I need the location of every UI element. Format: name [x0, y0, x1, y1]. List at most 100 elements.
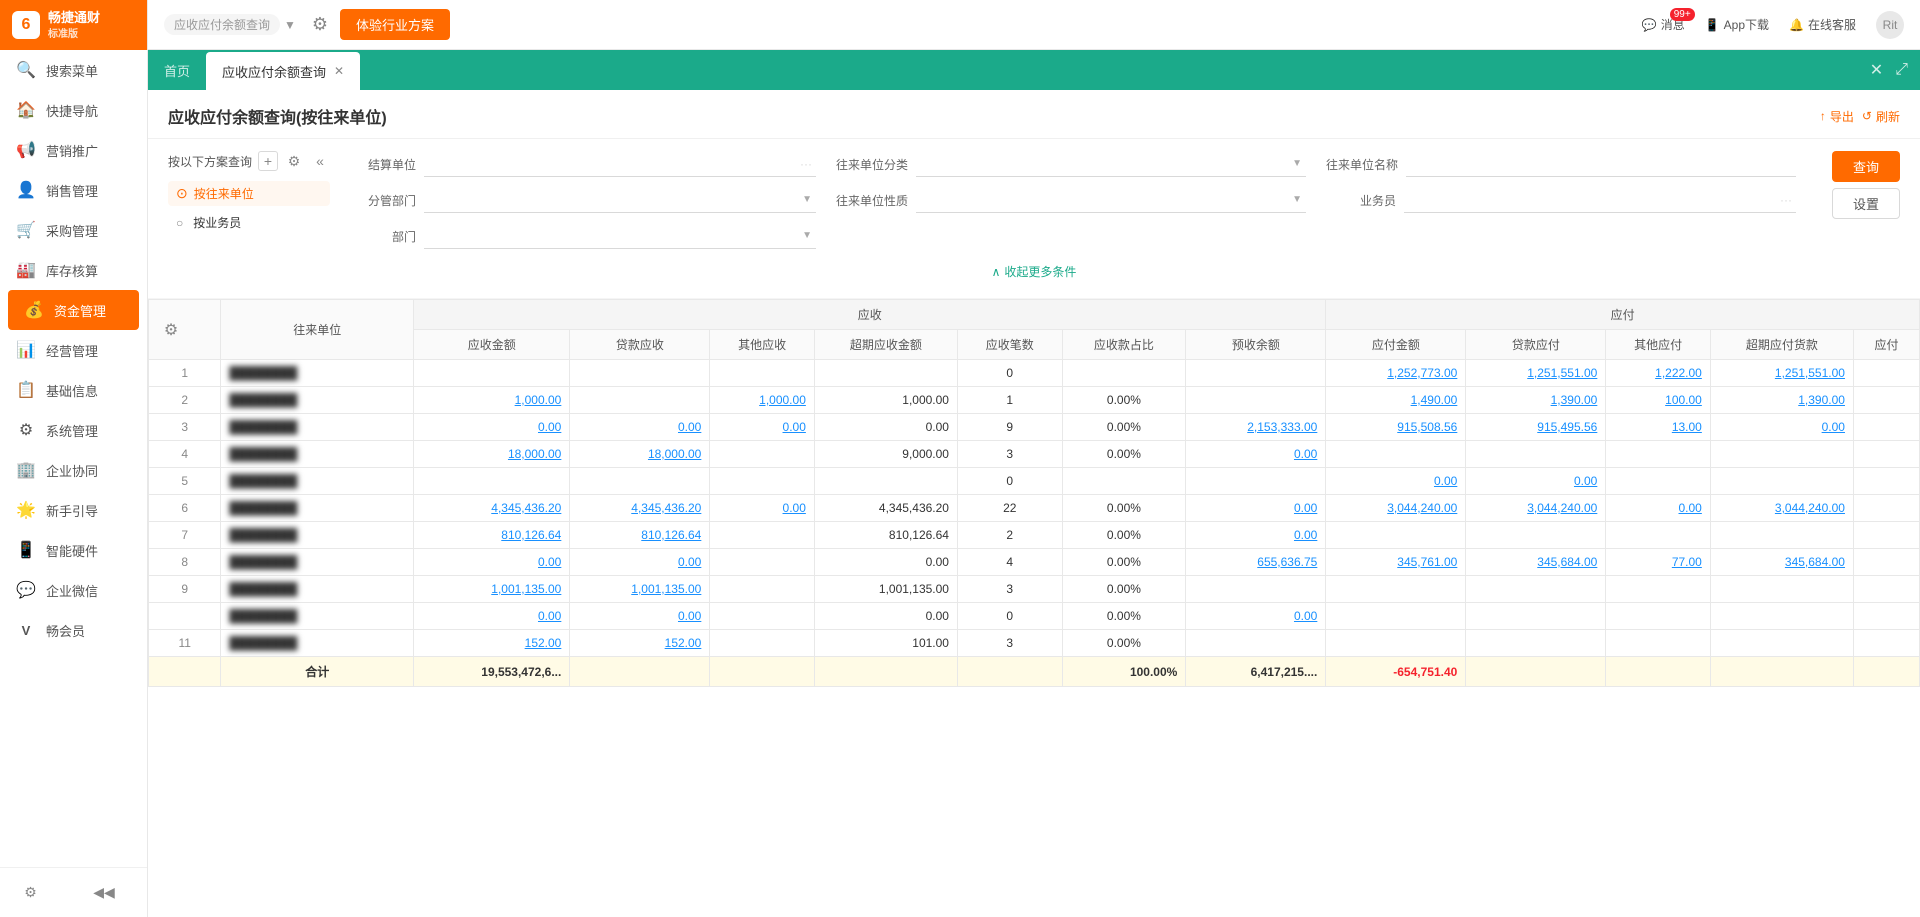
- table-cell[interactable]: 345,761.00: [1326, 549, 1466, 576]
- sidebar-item-capital[interactable]: 💰 资金管理: [8, 290, 139, 330]
- table-cell[interactable]: 810,126.64: [570, 522, 710, 549]
- table-cell[interactable]: 0.00: [1186, 603, 1326, 630]
- table-cell[interactable]: 0.00: [414, 603, 570, 630]
- table-cell[interactable]: 18,000.00: [414, 441, 570, 468]
- table-cell[interactable]: 0.00: [710, 414, 815, 441]
- table-cell[interactable]: [1186, 576, 1326, 603]
- table-cell[interactable]: [1326, 630, 1466, 657]
- table-cell[interactable]: [1326, 522, 1466, 549]
- table-cell[interactable]: 0.00: [1186, 441, 1326, 468]
- table-cell[interactable]: [710, 576, 815, 603]
- sidebar-item-smart-hw[interactable]: 📱 智能硬件: [0, 530, 147, 570]
- table-cell[interactable]: [1186, 360, 1326, 387]
- table-cell[interactable]: 18,000.00: [570, 441, 710, 468]
- col-ar-loan[interactable]: 贷款应收: [570, 330, 710, 360]
- table-cell[interactable]: 1,001,135.00: [570, 576, 710, 603]
- company-name-input[interactable]: [1406, 151, 1796, 177]
- collapse-more-btn[interactable]: ∧ 收起更多条件: [168, 257, 1900, 286]
- table-cell[interactable]: [710, 441, 815, 468]
- col-ar-ratio[interactable]: 应收款占比: [1062, 330, 1186, 360]
- table-cell[interactable]: 1,251,551.00: [1710, 360, 1853, 387]
- col-ap-col[interactable]: 应付: [1853, 330, 1919, 360]
- table-cell[interactable]: [570, 387, 710, 414]
- col-ap-other[interactable]: 其他应付: [1606, 330, 1711, 360]
- table-settings-icon[interactable]: ⚙: [157, 316, 185, 344]
- table-cell[interactable]: 0.00: [414, 414, 570, 441]
- table-cell[interactable]: [710, 603, 815, 630]
- table-cell[interactable]: 1,490.00: [1326, 387, 1466, 414]
- department-input[interactable]: ▼: [424, 223, 816, 249]
- table-cell[interactable]: 3,044,240.00: [1326, 495, 1466, 522]
- table-cell[interactable]: [1606, 468, 1711, 495]
- table-cell[interactable]: 1,222.00: [1606, 360, 1711, 387]
- export-button[interactable]: ↑ 导出: [1820, 108, 1854, 125]
- table-cell[interactable]: 2,153,333.00: [1186, 414, 1326, 441]
- table-cell[interactable]: [710, 630, 815, 657]
- sidebar-item-purchase[interactable]: 🛒 采购管理: [0, 210, 147, 250]
- query-button[interactable]: 查询: [1832, 151, 1900, 182]
- table-cell[interactable]: [1186, 468, 1326, 495]
- table-cell[interactable]: 1,000.00: [710, 387, 815, 414]
- col-ar-count[interactable]: 应收笔数: [957, 330, 1062, 360]
- settlement-unit-input[interactable]: ···: [424, 151, 816, 177]
- refresh-button[interactable]: ↺ 刷新: [1862, 108, 1900, 125]
- table-cell[interactable]: [1606, 576, 1711, 603]
- table-cell[interactable]: 0.00: [1606, 495, 1711, 522]
- settings-button[interactable]: 设置: [1832, 188, 1900, 219]
- table-cell[interactable]: 0.00: [710, 495, 815, 522]
- table-cell[interactable]: 3,044,240.00: [1710, 495, 1853, 522]
- sidebar-item-operation[interactable]: 📊 经营管理: [0, 330, 147, 370]
- table-cell[interactable]: 0.00: [414, 549, 570, 576]
- table-cell[interactable]: 345,684.00: [1466, 549, 1606, 576]
- table-cell[interactable]: [1326, 603, 1466, 630]
- tab-fullscreen-icon[interactable]: ⤢: [1895, 61, 1908, 79]
- table-cell[interactable]: 0.00: [1186, 495, 1326, 522]
- table-cell[interactable]: 1,252,773.00: [1326, 360, 1466, 387]
- sidebar-item-enterprise[interactable]: 🏢 企业协同: [0, 450, 147, 490]
- table-cell[interactable]: [1326, 441, 1466, 468]
- table-cell[interactable]: [1710, 603, 1853, 630]
- table-cell[interactable]: 0.00: [570, 549, 710, 576]
- table-cell[interactable]: [1710, 441, 1853, 468]
- col-ap-loan[interactable]: 贷款应付: [1466, 330, 1606, 360]
- col-ar-amount[interactable]: 应收金额: [414, 330, 570, 360]
- table-cell[interactable]: [414, 468, 570, 495]
- tab-close-icon[interactable]: ✕: [334, 64, 344, 78]
- col-ap-overdue[interactable]: 超期应付货款: [1710, 330, 1853, 360]
- sidebar-item-guide[interactable]: 🌟 新手引导: [0, 490, 147, 530]
- table-cell[interactable]: 152.00: [570, 630, 710, 657]
- col-ar-advance[interactable]: 预收余额: [1186, 330, 1326, 360]
- table-cell[interactable]: 0.00: [1326, 468, 1466, 495]
- tab-home[interactable]: 首页: [148, 50, 206, 90]
- user-area[interactable]: Rit: [1876, 11, 1904, 39]
- table-cell[interactable]: 152.00: [414, 630, 570, 657]
- table-cell[interactable]: [570, 360, 710, 387]
- table-cell[interactable]: [570, 468, 710, 495]
- table-cell[interactable]: [710, 468, 815, 495]
- col-ar-overdue[interactable]: 超期应收金额: [814, 330, 957, 360]
- table-cell[interactable]: [710, 549, 815, 576]
- table-cell[interactable]: 1,001,135.00: [414, 576, 570, 603]
- filter-option-by-staff[interactable]: ○ 按业务员: [168, 210, 330, 235]
- sidebar-collapse-btn[interactable]: ◀◀: [77, 876, 139, 909]
- table-cell[interactable]: 77.00: [1606, 549, 1711, 576]
- sidebar-item-member[interactable]: V 畅会员: [0, 610, 147, 650]
- table-cell[interactable]: [1710, 468, 1853, 495]
- app-download-btn[interactable]: 📱 App下载: [1705, 16, 1769, 33]
- table-cell[interactable]: 915,508.56: [1326, 414, 1466, 441]
- tab-close-window-icon[interactable]: ✕: [1870, 60, 1883, 80]
- table-cell[interactable]: 100.00: [1606, 387, 1711, 414]
- table-cell[interactable]: [1466, 522, 1606, 549]
- table-cell[interactable]: 1,390.00: [1466, 387, 1606, 414]
- sidebar-item-marketing[interactable]: 📢 营销推广: [0, 130, 147, 170]
- table-cell[interactable]: [1710, 630, 1853, 657]
- sidebar-item-quick-nav[interactable]: 🏠 快捷导航: [0, 90, 147, 130]
- sidebar-settings-btn[interactable]: ⚙: [8, 876, 61, 909]
- col-ap-amount[interactable]: 应付金额: [1326, 330, 1466, 360]
- table-cell[interactable]: 0.00: [1710, 414, 1853, 441]
- table-cell[interactable]: 655,636.75: [1186, 549, 1326, 576]
- table-cell[interactable]: 345,684.00: [1710, 549, 1853, 576]
- table-cell[interactable]: 0.00: [570, 414, 710, 441]
- sidebar-item-wechat[interactable]: 💬 企业微信: [0, 570, 147, 610]
- table-cell[interactable]: 1,390.00: [1710, 387, 1853, 414]
